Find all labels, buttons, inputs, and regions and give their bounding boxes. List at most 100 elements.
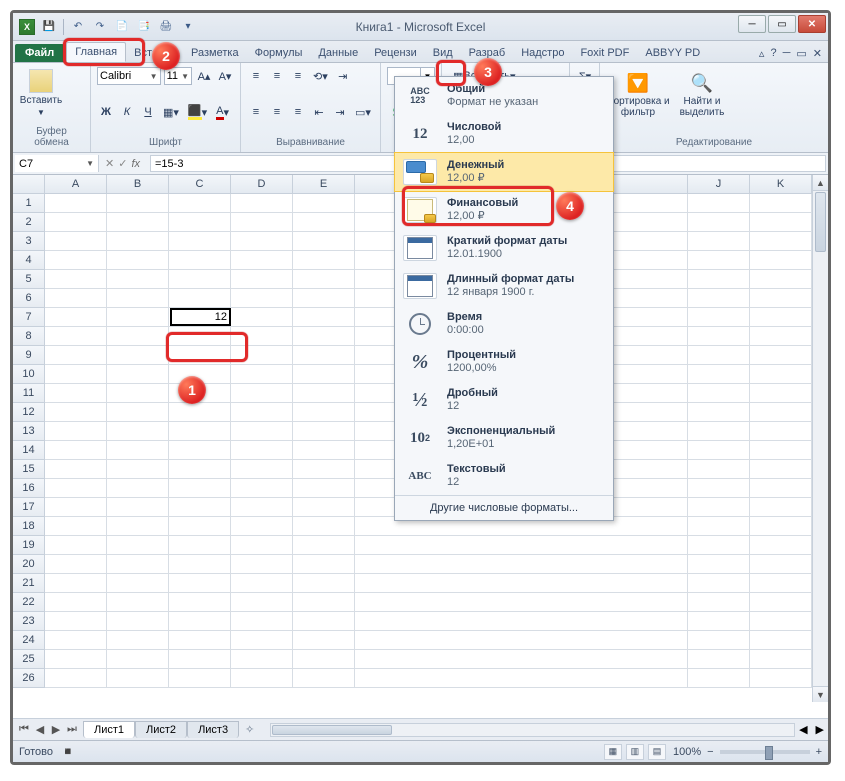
orientation-icon[interactable]: ⟲▾ xyxy=(310,67,331,85)
cell[interactable] xyxy=(107,232,169,251)
row-hdr[interactable]: 9 xyxy=(13,346,45,365)
cell[interactable] xyxy=(688,213,750,232)
sheet-nav-prev-icon[interactable]: ◀ xyxy=(33,723,47,736)
cell[interactable] xyxy=(750,669,812,688)
cell[interactable] xyxy=(45,289,107,308)
sheet-nav-first-icon[interactable]: ⏮ xyxy=(17,723,31,736)
align-top-icon[interactable]: ≡ xyxy=(247,67,265,85)
view-pagebreak-icon[interactable]: ▤ xyxy=(648,744,666,760)
cell[interactable] xyxy=(750,270,812,289)
cell[interactable] xyxy=(293,194,355,213)
cell[interactable] xyxy=(107,346,169,365)
align-left-icon[interactable]: ≡ xyxy=(247,103,265,121)
cell[interactable] xyxy=(45,479,107,498)
cell[interactable] xyxy=(107,308,169,327)
cell[interactable] xyxy=(293,631,355,650)
cell[interactable] xyxy=(169,194,231,213)
cell[interactable] xyxy=(293,555,355,574)
zoom-out-icon[interactable]: − xyxy=(707,746,713,758)
row-hdr[interactable]: 18 xyxy=(13,517,45,536)
align-right-icon[interactable]: ≡ xyxy=(289,103,307,121)
zoom-slider[interactable] xyxy=(720,750,810,754)
cell[interactable] xyxy=(750,346,812,365)
merge-icon[interactable]: ▭▾ xyxy=(352,103,374,121)
number-format-item[interactable]: Денежный12,00 ₽ xyxy=(395,153,613,191)
tab-data[interactable]: Данные xyxy=(310,44,366,62)
row-hdr[interactable]: 21 xyxy=(13,574,45,593)
qat-customize-icon[interactable]: ▾ xyxy=(180,19,196,35)
mdi-min-icon[interactable]: ─ xyxy=(783,47,791,60)
cell[interactable] xyxy=(688,631,750,650)
cell[interactable] xyxy=(107,194,169,213)
cell[interactable] xyxy=(688,574,750,593)
cell[interactable] xyxy=(293,479,355,498)
wrap-text-icon[interactable]: ⇥ xyxy=(334,67,352,85)
cell[interactable] xyxy=(169,631,231,650)
decrease-font-icon[interactable]: A▾ xyxy=(216,67,234,85)
find-select-button[interactable]: 🔍 Найти и выделить xyxy=(674,69,730,118)
cell[interactable] xyxy=(45,669,107,688)
cell[interactable] xyxy=(293,308,355,327)
cell[interactable] xyxy=(45,422,107,441)
horizontal-scrollbar[interactable] xyxy=(270,723,795,737)
cell[interactable] xyxy=(750,555,812,574)
cell[interactable] xyxy=(355,555,688,574)
col-hdr-B[interactable]: B xyxy=(107,175,169,193)
cell[interactable] xyxy=(231,384,293,403)
tab-page-layout[interactable]: Разметка xyxy=(183,44,247,62)
cell[interactable] xyxy=(293,669,355,688)
scroll-up-icon[interactable]: ▲ xyxy=(813,175,828,191)
cell[interactable] xyxy=(688,403,750,422)
row-hdr[interactable]: 1 xyxy=(13,194,45,213)
number-format-item[interactable]: 102Экспоненциальный1,20E+01 xyxy=(395,419,613,457)
qat-redo-icon[interactable]: ↷ xyxy=(92,19,108,35)
cell[interactable] xyxy=(107,365,169,384)
cell[interactable] xyxy=(750,289,812,308)
cell[interactable] xyxy=(45,213,107,232)
cell[interactable] xyxy=(688,650,750,669)
cell[interactable] xyxy=(688,422,750,441)
vertical-scrollbar[interactable]: ▲ ▼ xyxy=(812,175,828,702)
cell[interactable] xyxy=(169,574,231,593)
cell[interactable] xyxy=(169,232,231,251)
cell[interactable] xyxy=(293,460,355,479)
cell[interactable] xyxy=(107,213,169,232)
hscroll-right-icon[interactable]: ▶ xyxy=(812,723,828,736)
row-hdr[interactable]: 23 xyxy=(13,612,45,631)
ribbon-minimize-icon[interactable]: ▵ xyxy=(759,47,765,60)
cell[interactable] xyxy=(107,460,169,479)
sheet-nav-last-icon[interactable]: ⏭ xyxy=(65,723,79,736)
cell[interactable] xyxy=(107,498,169,517)
zoom-level[interactable]: 100% xyxy=(673,746,701,758)
row-hdr[interactable]: 2 xyxy=(13,213,45,232)
cell[interactable] xyxy=(45,593,107,612)
cell[interactable] xyxy=(355,593,688,612)
row-hdr[interactable]: 3 xyxy=(13,232,45,251)
align-bottom-icon[interactable]: ≡ xyxy=(289,67,307,85)
row-hdr[interactable]: 5 xyxy=(13,270,45,289)
cell[interactable] xyxy=(107,650,169,669)
cell[interactable] xyxy=(688,479,750,498)
cell[interactable] xyxy=(169,289,231,308)
cell[interactable] xyxy=(293,517,355,536)
cell[interactable] xyxy=(231,308,293,327)
cell[interactable] xyxy=(107,270,169,289)
cell[interactable] xyxy=(169,536,231,555)
cell[interactable] xyxy=(231,669,293,688)
cell[interactable] xyxy=(45,441,107,460)
cell[interactable] xyxy=(688,612,750,631)
view-layout-icon[interactable]: ▥ xyxy=(626,744,644,760)
font-color-button[interactable]: A▾ xyxy=(213,103,232,121)
cell[interactable] xyxy=(750,536,812,555)
cell[interactable] xyxy=(107,422,169,441)
cell[interactable] xyxy=(750,479,812,498)
cell[interactable] xyxy=(107,593,169,612)
row-hdr[interactable]: 7 xyxy=(13,308,45,327)
cell[interactable] xyxy=(750,403,812,422)
cell[interactable] xyxy=(45,498,107,517)
cell[interactable] xyxy=(293,498,355,517)
help-icon[interactable]: ? xyxy=(770,47,776,60)
cell[interactable] xyxy=(750,650,812,669)
cell[interactable] xyxy=(355,669,688,688)
cell[interactable] xyxy=(688,270,750,289)
